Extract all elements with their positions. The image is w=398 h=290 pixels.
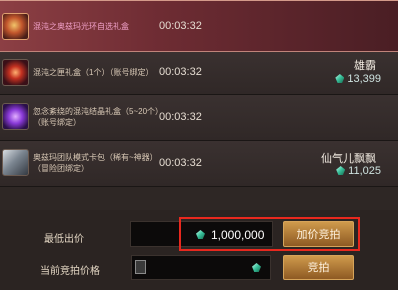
bid-price: 13,399 — [335, 73, 381, 85]
min-price-value: 1,000,000 — [211, 228, 265, 242]
gem-icon — [335, 74, 345, 83]
item-name: 混沌之奥兹玛光环自选礼盒 — [33, 22, 129, 31]
crystal-box-icon — [2, 103, 29, 130]
top-bidder: 雄霸 — [354, 60, 376, 72]
empty-row — [0, 187, 398, 210]
current-price-field[interactable] — [131, 255, 271, 280]
item-name: 奥兹玛团队模式卡包（稀有~神器） — [33, 153, 158, 162]
card-pack-icon — [2, 149, 29, 176]
item-time: 00:03:32 — [159, 157, 202, 169]
item-name-bind: （冒险团绑定） — [33, 164, 89, 173]
calculator-icon[interactable] — [135, 260, 146, 274]
gem-icon — [336, 166, 346, 175]
chaos-box-icon — [2, 59, 29, 86]
auction-row[interactable]: 忽念紊绕的混沌结晶礼盒（5~20个） （账号绑定） 00:03:32 — [0, 95, 398, 141]
item-time: 00:03:32 — [159, 20, 202, 32]
buyout-button[interactable]: 加价竞拍 — [283, 221, 354, 247]
item-name: 忽念紊绕的混沌结晶礼盒（5~20个） — [33, 107, 164, 116]
item-time: 00:03:32 — [159, 111, 202, 123]
auction-row[interactable]: 混沌之奥兹玛光环自选礼盒 00:03:32 — [0, 0, 398, 52]
bid-button[interactable]: 竞拍 — [283, 255, 354, 280]
item-time: 00:03:32 — [159, 66, 202, 78]
current-price-label: 当前竞拍价格 — [40, 266, 100, 277]
auction-row[interactable]: 混沌之匣礼盒（1个）（账号绑定） 00:03:32 雄霸 13,399 — [0, 52, 398, 95]
auction-row[interactable]: 奥兹玛团队模式卡包（稀有~神器） （冒险团绑定） 00:03:32 仙气儿飘飘 … — [0, 141, 398, 187]
auction-list: 混沌之奥兹玛光环自选礼盒 00:03:32 混沌之匣礼盒（1个）（账号绑定） 0… — [0, 0, 398, 210]
item-name-bind: （账号绑定） — [33, 118, 81, 127]
bid-price: 11,025 — [336, 165, 381, 177]
item-name: 混沌之匣礼盒（1个）（账号绑定） — [33, 68, 154, 77]
min-price-label: 最低出价 — [44, 234, 84, 245]
aura-box-icon — [2, 13, 29, 40]
top-bidder: 仙气儿飘飘 — [321, 153, 376, 165]
